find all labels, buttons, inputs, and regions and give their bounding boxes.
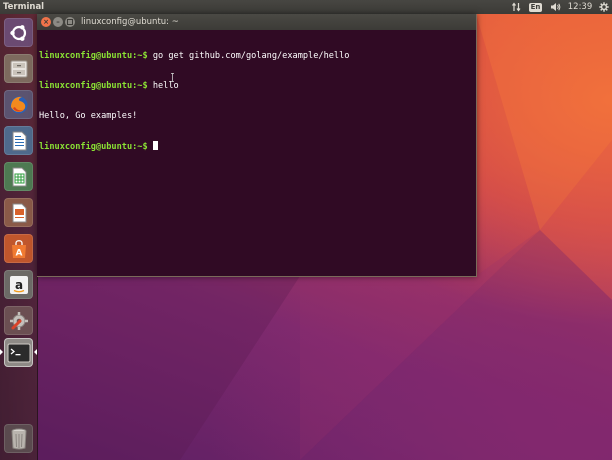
terminal-titlebar[interactable]: × – linuxconfig@ubuntu: ~ — [37, 14, 476, 30]
command-text: hello — [147, 81, 179, 91]
svg-text:A: A — [15, 248, 22, 258]
file-cabinet-icon — [10, 60, 27, 77]
launcher-item-ubuntu-dash[interactable] — [4, 18, 33, 47]
clock[interactable]: 12:39 — [566, 0, 594, 14]
close-button[interactable]: × — [41, 17, 51, 27]
launcher-item-ubuntu-software[interactable]: A — [4, 234, 33, 263]
network-icon[interactable] — [510, 0, 522, 14]
calc-spreadsheet-icon — [12, 167, 26, 186]
terminal-window-title: linuxconfig@ubuntu: ~ — [81, 17, 179, 27]
launcher-item-trash[interactable] — [4, 424, 33, 453]
impress-presentation-icon — [12, 203, 26, 222]
software-bag-icon: A — [11, 239, 26, 258]
keyboard-layout-indicator[interactable]: En — [528, 0, 543, 14]
terminal-window[interactable]: × – linuxconfig@ubuntu: ~ linuxconfig@ub… — [37, 14, 477, 277]
volume-icon[interactable] — [549, 0, 562, 14]
launcher-item-firefox[interactable] — [4, 90, 33, 119]
minimize-button[interactable]: – — [53, 17, 63, 27]
top-panel: Terminal En 12:39 — [0, 0, 612, 14]
shell-prompt: linuxconfig@ubuntu:~$ — [39, 81, 148, 91]
text-cursor — [152, 141, 158, 150]
settings-wrench-icon — [9, 311, 28, 330]
launcher-item-files[interactable] — [4, 54, 33, 83]
terminal-icon — [7, 343, 30, 362]
terminal-line: Hello, Go examples! — [39, 111, 474, 121]
writer-document-icon — [12, 131, 26, 150]
mouse-ibeam-icon — [171, 73, 174, 82]
shell-prompt: linuxconfig@ubuntu:~$ — [39, 142, 148, 152]
shell-prompt: linuxconfig@ubuntu:~$ — [39, 51, 148, 61]
svg-text:a: a — [14, 278, 22, 292]
ubuntu-logo-icon — [9, 24, 26, 41]
maximize-button[interactable] — [65, 17, 75, 27]
launcher-item-amazon[interactable]: a — [4, 270, 33, 299]
launcher-item-libreoffice-impress[interactable] — [4, 198, 33, 227]
terminal-line: linuxconfig@ubuntu:~$ — [39, 141, 474, 152]
firefox-icon — [10, 96, 27, 113]
session-gear-icon[interactable] — [598, 0, 610, 14]
amazon-icon: a — [9, 275, 28, 294]
launcher: A a — [0, 14, 38, 460]
terminal-line: linuxconfig@ubuntu:~$ hello — [39, 81, 474, 91]
program-output: Hello, Go examples! — [39, 111, 138, 121]
launcher-item-terminal[interactable] — [4, 338, 33, 367]
maximize-icon — [67, 19, 73, 25]
close-icon: × — [43, 18, 49, 26]
running-indicator — [0, 349, 3, 355]
keyboard-layout-label: En — [528, 2, 543, 12]
terminal-output[interactable]: linuxconfig@ubuntu:~$ go get github.com/… — [39, 31, 474, 275]
focused-indicator — [34, 349, 37, 355]
active-app-title: Terminal — [3, 2, 45, 12]
trash-icon — [11, 428, 26, 449]
launcher-item-libreoffice-calc[interactable] — [4, 162, 33, 191]
launcher-item-libreoffice-writer[interactable] — [4, 126, 33, 155]
command-text: go get github.com/golang/example/hello — [147, 51, 350, 61]
terminal-line: linuxconfig@ubuntu:~$ go get github.com/… — [39, 51, 474, 61]
minimize-icon: – — [56, 18, 60, 26]
launcher-item-system-settings[interactable] — [4, 306, 33, 335]
